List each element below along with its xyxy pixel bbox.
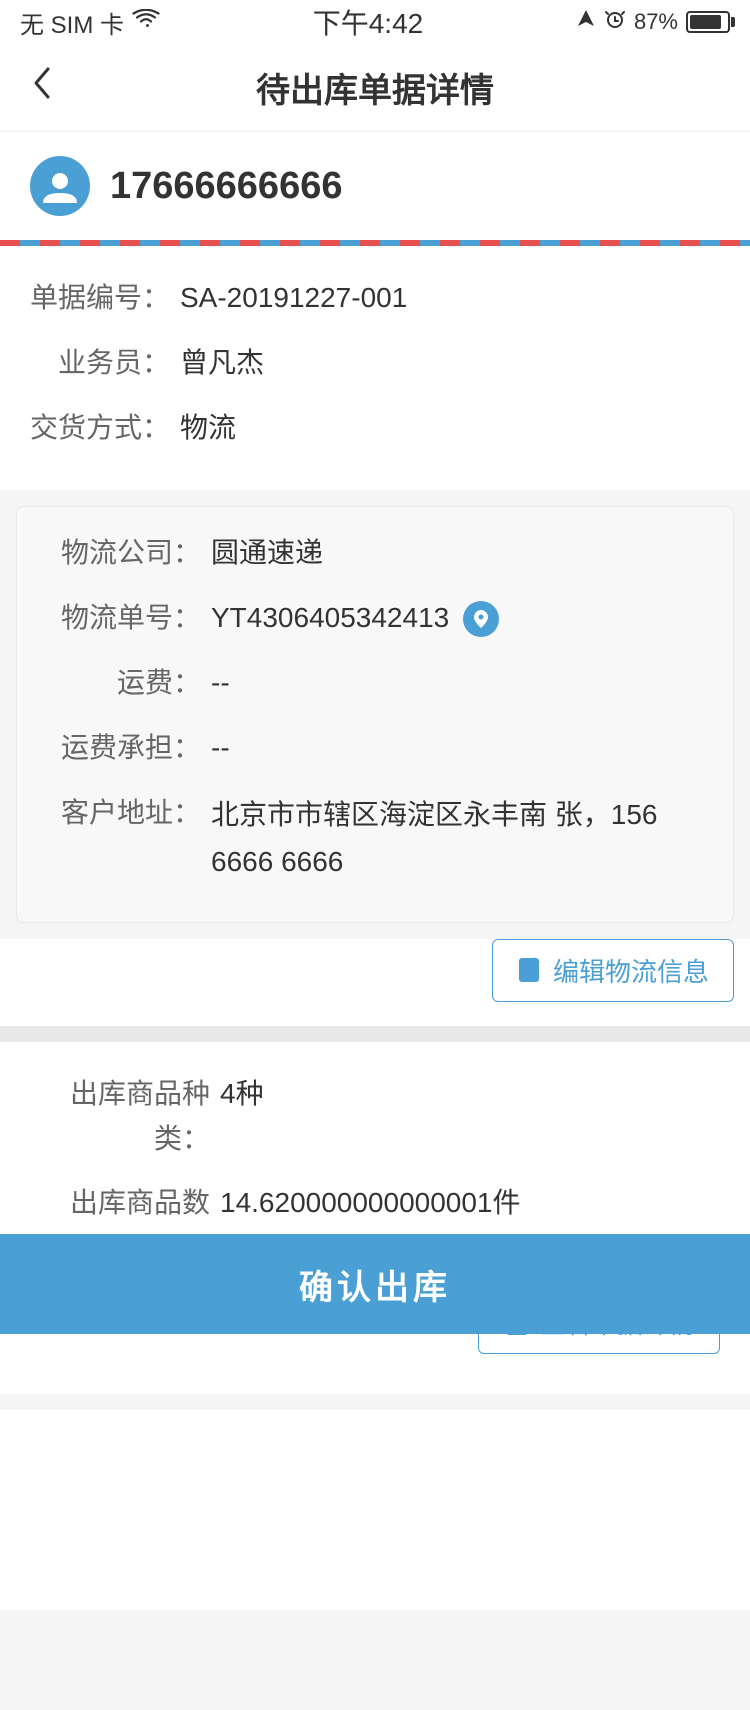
goods-quantity-value: 14.620000000000001件 [220, 1181, 720, 1226]
address-label: 客户地址： [41, 791, 201, 836]
goods-section: 出库商品种类： 4种 出库商品数量： 14.620000000000001件 查… [0, 1042, 750, 1394]
confirm-btn-text: 确认出库 [299, 1260, 451, 1309]
logistics-company-label: 物流公司： [41, 531, 201, 576]
edit-btn-label: 编辑物流信息 [553, 952, 709, 989]
freight-row: 运费： -- [41, 661, 709, 706]
page-title: 待出库单据详情 [256, 63, 494, 112]
white-spacer [0, 1410, 750, 1610]
alarm-icon [604, 8, 626, 36]
logistics-card: 物流公司： 圆通速递 物流单号： YT43064053424​13 运费： --… [16, 506, 734, 922]
status-bar-left: 无 SIM 卡 [20, 5, 160, 40]
tracking-label: 物流单号： [41, 596, 201, 641]
salesman-label: 业务员： [30, 341, 170, 386]
main-content: 17666666666 单据编号： SA-20191227-001 业务员： 曾… [0, 132, 750, 1710]
freight-bearer-label: 运费承担： [41, 726, 201, 771]
avatar [30, 156, 90, 216]
freight-bearer-row: 运费承担： -- [41, 726, 709, 771]
logistics-company-row: 物流公司： 圆通速递 [41, 531, 709, 576]
salesman-value: 曾凡杰 [180, 341, 720, 386]
section-divider [0, 1026, 750, 1042]
goods-types-value: 4种 [220, 1072, 720, 1117]
freight-label: 运费： [41, 661, 201, 706]
battery-percent: 87% [634, 9, 678, 35]
customer-phone: 17666666666 [110, 165, 342, 208]
freight-value: -- [211, 661, 709, 706]
customer-card: 17666666666 [0, 132, 750, 240]
address-value: 北京市市辖区海淀区永丰南 张，156 6666 6666 [211, 791, 709, 886]
logistics-company-value: 圆通速递 [211, 531, 709, 576]
tracking-value: YT43064053424​13 [211, 596, 709, 641]
salesman-row: 业务员： 曾凡杰 [30, 341, 720, 386]
goods-types-label: 出库商品种类： [30, 1072, 210, 1162]
order-no-value: SA-20191227-001 [180, 276, 720, 321]
order-no-label: 单据编号： [30, 276, 170, 321]
battery-icon [686, 11, 730, 33]
goods-types-row: 出库商品种类： 4种 [30, 1072, 720, 1162]
track-location-button[interactable] [463, 601, 499, 637]
location-service-icon [576, 8, 596, 36]
edit-logistics-button[interactable]: 编辑物流信息 [492, 939, 734, 1002]
back-button[interactable] [30, 65, 54, 110]
carrier-text: 无 SIM 卡 [20, 5, 124, 40]
confirm-btn[interactable]: 确认出库 [0, 1234, 750, 1334]
delivery-value: 物流 [180, 406, 720, 451]
freight-bearer-value: -- [211, 726, 709, 771]
address-row: 客户地址： 北京市市辖区海淀区永丰南 张，156 6666 6666 [41, 791, 709, 886]
order-no-row: 单据编号： SA-20191227-001 [30, 276, 720, 321]
delivery-row: 交货方式： 物流 [30, 406, 720, 451]
status-bar-right: 87% [576, 8, 730, 36]
order-info-section: 单据编号： SA-20191227-001 业务员： 曾凡杰 交货方式： 物流 [0, 246, 750, 490]
delivery-label: 交货方式： [30, 406, 170, 451]
status-bar: 无 SIM 卡 下午4:42 87% [0, 0, 750, 44]
edit-icon [517, 956, 545, 984]
nav-bar: 待出库单据详情 [0, 44, 750, 132]
tracking-row: 物流单号： YT43064053424​13 [41, 596, 709, 641]
wifi-icon [132, 8, 160, 36]
edit-btn-row: 编辑物流信息 [0, 939, 750, 1026]
status-bar-time: 下午4:42 [313, 2, 424, 42]
